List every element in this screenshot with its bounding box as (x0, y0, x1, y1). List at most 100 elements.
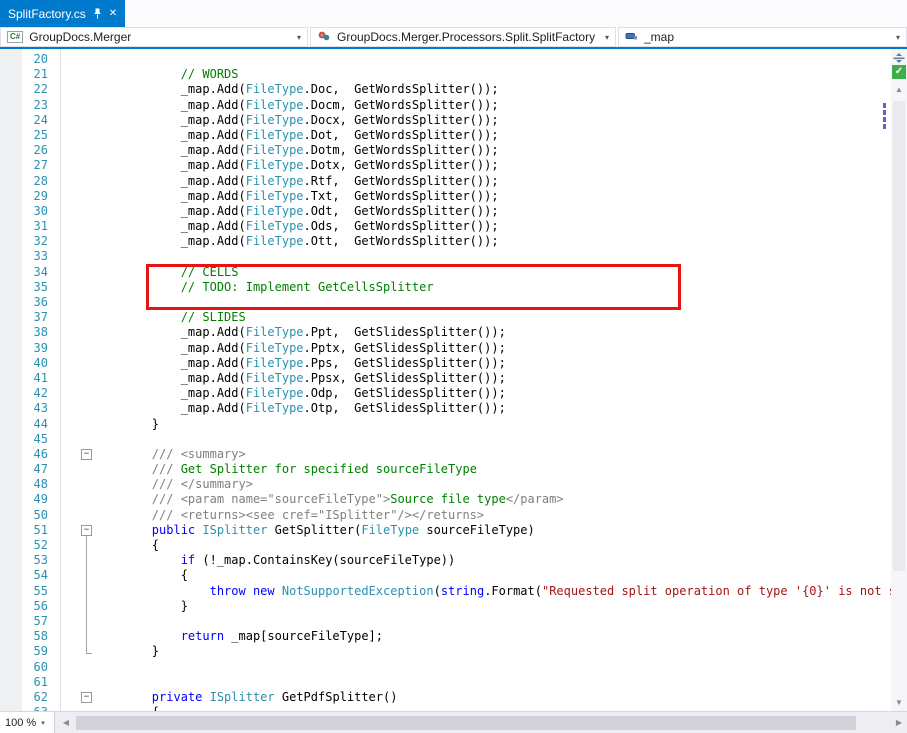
split-handle-icon[interactable] (893, 51, 905, 63)
code-line[interactable]: _map.Add(FileType.Rtf, GetWordsSplitter(… (94, 174, 891, 189)
code-line[interactable]: /// <summary> (94, 447, 891, 462)
scroll-right-icon[interactable]: ▶ (891, 712, 907, 733)
code-token: _map.Add( (94, 234, 246, 249)
outline-guide-line (86, 536, 87, 653)
code-token: .Ppsx, GetSlidesSplitter()); (303, 370, 506, 385)
code-token: /// </summary> (94, 477, 253, 492)
code-editor[interactable]: 20 21 22 23 24 25 26 27 28 29 30 31 32 33 34 35 36 37 38 39… (0, 49, 891, 711)
type-dropdown-label: GroupDocs.Merger.Processors.Split.SplitF… (337, 30, 595, 44)
code-line[interactable]: _map.Add(FileType.Txt, GetWordsSplitter(… (94, 189, 891, 204)
code-token: } (94, 644, 160, 659)
code-line[interactable]: { (94, 538, 891, 553)
code-token: _map.Add( (94, 219, 246, 234)
code-token: new (252, 583, 275, 598)
code-line[interactable]: // TODO: Implement GetCellsSplitter (94, 280, 891, 295)
code-line[interactable]: _map.Add(FileType.Odp, GetSlidesSplitter… (94, 386, 891, 401)
close-icon[interactable]: ✕ (109, 8, 117, 19)
code-line[interactable]: // CELLS (94, 265, 891, 280)
code-token: throw (209, 583, 246, 598)
code-line[interactable] (94, 249, 891, 264)
code-line[interactable]: public ISplitter GetSplitter(FileType so… (94, 523, 891, 538)
document-tab-bar: SplitFactory.cs ✕ (0, 0, 907, 27)
code-line[interactable] (94, 675, 891, 690)
code-token: Get Splitter for specified sourceFileTyp… (180, 462, 477, 477)
code-token: } (94, 416, 160, 431)
code-token: GetPdfSplitter() (274, 689, 398, 704)
code-line[interactable]: private ISplitter GetPdfSplitter() (94, 690, 891, 705)
code-line[interactable]: return _map[sourceFileType]; (94, 629, 891, 644)
code-line[interactable]: _map.Add(FileType.Docm, GetWordsSplitter… (94, 98, 891, 113)
code-line[interactable]: _map.Add(FileType.Otp, GetSlidesSplitter… (94, 401, 891, 416)
scroll-up-icon[interactable]: ▲ (891, 85, 907, 94)
pin-icon[interactable] (93, 8, 102, 19)
code-line[interactable]: _map.Add(FileType.Ppsx, GetSlidesSplitte… (94, 371, 891, 386)
code-line[interactable]: /// Get Splitter for specified sourceFil… (94, 462, 891, 477)
code-line[interactable]: _map.Add(FileType.Odt, GetWordsSplitter(… (94, 204, 891, 219)
code-line[interactable]: _map.Add(FileType.Pptx, GetSlidesSplitte… (94, 341, 891, 356)
navigation-bar: C# GroupDocs.Merger ▾ GroupDocs.Merger.P… (0, 27, 907, 49)
code-pane[interactable]: // WORDS _map.Add(FileType.Doc, GetWords… (94, 52, 891, 711)
code-line[interactable]: _map.Add(FileType.Doc, GetWordsSplitter(… (94, 82, 891, 97)
code-line[interactable]: /// <param name="sourceFileType">Source … (94, 492, 891, 507)
code-token: .Format( (484, 583, 542, 598)
code-line[interactable]: throw new NotSupportedException(string.F… (94, 584, 891, 599)
code-token: _map.Add( (94, 340, 246, 355)
code-line[interactable]: _map.Add(FileType.Dotx, GetWordsSplitter… (94, 158, 891, 173)
code-token: .Odt, GetWordsSplitter()); (303, 203, 499, 218)
code-line[interactable]: _map.Add(FileType.Pps, GetSlidesSplitter… (94, 356, 891, 371)
code-line[interactable]: _map.Add(FileType.Ott, GetWordsSplitter(… (94, 234, 891, 249)
tab-splitfactory[interactable]: SplitFactory.cs ✕ (0, 0, 126, 27)
code-token: .Pps, GetSlidesSplitter()); (303, 355, 506, 370)
vertical-scrollbar[interactable]: ✓ ▲ ▼ (883, 49, 907, 711)
code-line[interactable]: _map.Add(FileType.Ppt, GetSlidesSplitter… (94, 325, 891, 340)
vertical-scroll-thumb[interactable] (893, 101, 905, 571)
code-line[interactable]: // WORDS (94, 67, 891, 82)
code-line[interactable]: } (94, 644, 891, 659)
collapse-toggle[interactable]: − (81, 692, 92, 704)
member-dropdown[interactable]: _map ▾ (618, 27, 907, 47)
zoom-select[interactable]: 100 % ▾ (0, 712, 55, 733)
code-token: FileType (245, 97, 304, 112)
code-line[interactable] (94, 432, 891, 447)
code-token: FileType (245, 158, 304, 173)
code-token: Source file type (390, 492, 506, 507)
csharp-project-icon: C# (7, 31, 24, 43)
code-token: private (151, 689, 203, 704)
code-line[interactable]: _map.Add(FileType.Dotm, GetWordsSplitter… (94, 143, 891, 158)
code-token: FileType (245, 386, 304, 401)
code-line[interactable]: } (94, 599, 891, 614)
code-token: FileType (245, 401, 304, 416)
code-line[interactable]: _map.Add(FileType.Ods, GetWordsSplitter(… (94, 219, 891, 234)
horizontal-scroll-thumb[interactable] (76, 716, 856, 730)
project-dropdown[interactable]: C# GroupDocs.Merger ▾ (0, 27, 308, 47)
code-token: _map.Add( (94, 325, 246, 340)
code-line[interactable]: /// </summary> (94, 477, 891, 492)
collapse-toggle[interactable]: − (81, 449, 92, 461)
code-token: _map.Add( (94, 82, 246, 97)
health-indicator-icon[interactable]: ✓ (892, 65, 906, 79)
code-token: _map.Add( (94, 158, 246, 173)
code-line[interactable]: /// <returns><see cref="ISplitter"/></re… (94, 508, 891, 523)
code-line[interactable]: // SLIDES (94, 310, 891, 325)
code-line[interactable] (94, 295, 891, 310)
code-line[interactable]: _map.Add(FileType.Dot, GetWordsSplitter(… (94, 128, 891, 143)
code-line[interactable]: } (94, 417, 891, 432)
code-token: /// <param name="sourceFileType"> (94, 492, 391, 507)
code-line[interactable] (94, 52, 891, 67)
scroll-left-icon[interactable]: ◀ (58, 712, 74, 733)
code-line[interactable] (94, 614, 891, 629)
code-line[interactable]: { (94, 568, 891, 583)
code-line[interactable]: _map.Add(FileType.Docx, GetWordsSplitter… (94, 113, 891, 128)
code-token: (!_map.ContainsKey(sourceFileType)) (195, 553, 456, 568)
code-token: _map.Add( (94, 97, 246, 112)
code-token: FileType (245, 82, 304, 97)
type-dropdown[interactable]: GroupDocs.Merger.Processors.Split.SplitF… (310, 27, 616, 47)
code-token: FileType (245, 143, 304, 158)
code-token: // WORDS (94, 67, 239, 82)
code-line[interactable] (94, 660, 891, 675)
code-line[interactable]: if (!_map.ContainsKey(sourceFileType)) (94, 553, 891, 568)
code-token: .Ott, GetWordsSplitter()); (303, 234, 499, 249)
collapse-toggle[interactable]: − (81, 525, 92, 537)
scroll-down-icon[interactable]: ▼ (891, 698, 907, 707)
